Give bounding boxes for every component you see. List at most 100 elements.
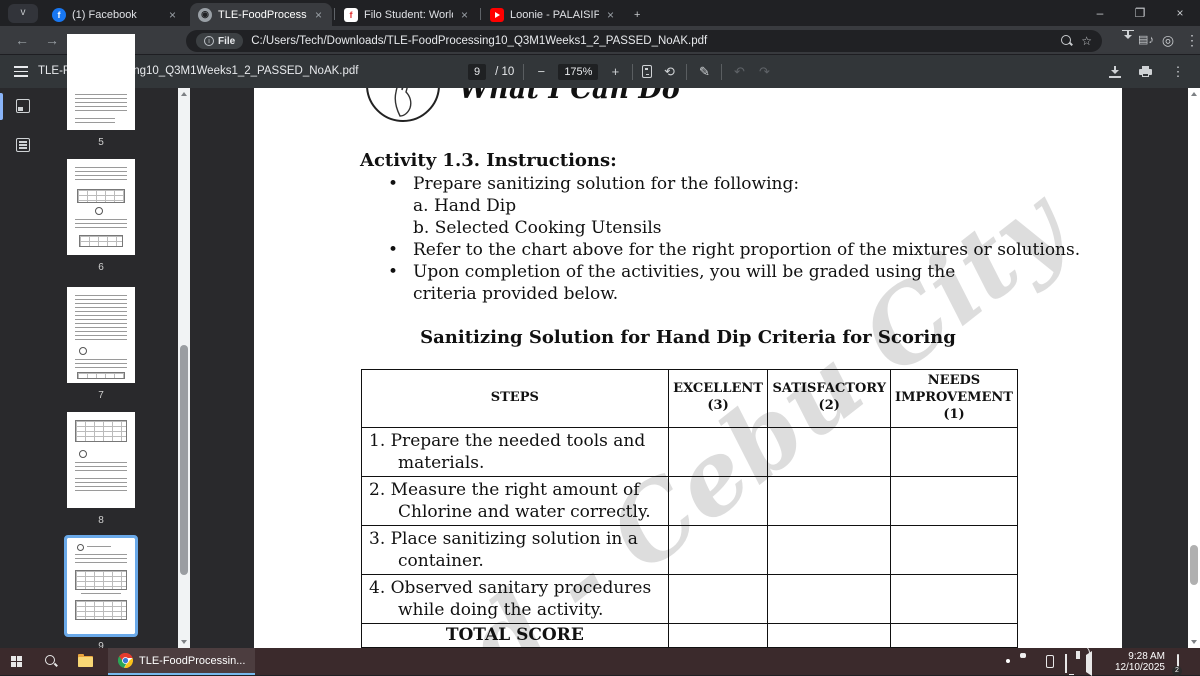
- zoom-page-icon[interactable]: [1061, 35, 1073, 47]
- address-bar[interactable]: i File C:/Users/Tech/Downloads/TLE-FoodP…: [186, 30, 1102, 52]
- file-explorer-button[interactable]: [68, 648, 102, 675]
- zoom-in-icon[interactable]: +: [607, 64, 623, 79]
- date-label: 12/10/2025: [1114, 661, 1165, 673]
- thumbnail-page-9-selected[interactable]: 9: [40, 535, 162, 652]
- pdf-menu-icon[interactable]: [14, 66, 28, 77]
- system-tray: 9:28 AM 12/10/2025 2: [1002, 651, 1200, 676]
- sidebar-scrollbar[interactable]: [178, 88, 190, 648]
- main-scrollbar[interactable]: [1188, 88, 1200, 648]
- tab-filo[interactable]: f Filo Student: World's Only Live ×: [336, 3, 478, 26]
- filo-icon: f: [344, 7, 358, 22]
- divider: [632, 63, 634, 80]
- fit-page-icon[interactable]: [642, 65, 653, 78]
- thumbnail-page-8[interactable]: 8: [40, 412, 162, 526]
- browser-menu-icon[interactable]: ⋮: [1182, 31, 1200, 51]
- score-cell: [767, 426, 891, 477]
- print-icon[interactable]: [1139, 65, 1152, 78]
- step-cell: 4. Observed sanitary procedures while do…: [361, 573, 669, 624]
- back-icon[interactable]: ←: [12, 31, 32, 51]
- list-item: Prepare sanitizing solution for the foll…: [388, 173, 1108, 195]
- browser-toolbar: ← → ⟳ i File C:/Users/Tech/Downloads/TLE…: [0, 26, 1200, 55]
- profile-icon[interactable]: ◎: [1158, 31, 1178, 51]
- scroll-up-icon[interactable]: [181, 92, 187, 96]
- thumbnail-image[interactable]: [67, 34, 135, 130]
- thumbnail-image[interactable]: [64, 535, 138, 637]
- pdf-download-icon[interactable]: [1109, 65, 1121, 78]
- outline-view-icon[interactable]: [16, 138, 30, 152]
- step-cell: 1. Prepare the needed tools and material…: [361, 426, 669, 477]
- scrollbar-thumb[interactable]: [180, 345, 188, 575]
- thumbnail-image[interactable]: [67, 287, 135, 383]
- windows-logo-icon: [11, 655, 23, 668]
- list-item: Refer to the chart above for the right p…: [388, 239, 1108, 261]
- close-icon[interactable]: ×: [167, 8, 178, 22]
- chevron-down-icon[interactable]: v: [8, 4, 38, 23]
- close-icon[interactable]: ×: [605, 8, 616, 22]
- close-icon[interactable]: ×: [459, 8, 470, 22]
- minimize-button[interactable]: –: [1080, 0, 1120, 26]
- media-control-icon[interactable]: ▤♪: [1136, 31, 1156, 51]
- pdf-doc-icon: ◉: [198, 7, 212, 22]
- thumbnail-label: 8: [98, 515, 104, 526]
- score-cell: [667, 622, 769, 648]
- total-score-label: TOTAL SCORE: [361, 622, 669, 648]
- thumbnail-page-7[interactable]: 7: [40, 287, 162, 401]
- thumbnails-view-icon[interactable]: [16, 99, 30, 113]
- tab-pdf-active[interactable]: ◉ TLE-FoodProcessing10_Q3M1W ×: [190, 3, 332, 26]
- scroll-up-icon[interactable]: [1191, 92, 1197, 96]
- list-item: a. Hand Dip: [413, 196, 517, 216]
- taskbar-clock[interactable]: 9:28 AM 12/10/2025: [1115, 651, 1165, 673]
- chrome-icon: [118, 653, 133, 668]
- score-cell: [667, 573, 769, 624]
- file-scheme-chip[interactable]: i File: [196, 33, 244, 49]
- tab-youtube[interactable]: Loonie - PALAISIPAN feat. Arth ×: [482, 3, 624, 26]
- thumbnail-label: 5: [98, 137, 104, 148]
- tab-facebook[interactable]: f (1) Facebook ×: [44, 3, 186, 26]
- zoom-out-icon[interactable]: −: [533, 64, 549, 79]
- list-item: Upon completion of the activities, you w…: [388, 261, 974, 305]
- activity-heading: Activity 1.3. Instructions:: [360, 150, 617, 171]
- close-window-button[interactable]: ×: [1160, 0, 1200, 26]
- taskbar-app-chrome[interactable]: TLE-FoodProcessin...: [108, 648, 256, 675]
- score-cell: [889, 475, 1019, 526]
- page-number-input[interactable]: 9: [468, 63, 487, 80]
- taskbar-search-button[interactable]: [34, 648, 68, 675]
- start-button[interactable]: [0, 648, 34, 675]
- column-header: SATISFACTORY (2): [767, 369, 891, 428]
- tab-title: Loonie - PALAISIPAN feat. Arth: [510, 8, 599, 21]
- score-cell: [767, 475, 891, 526]
- thumbnail-image[interactable]: [67, 412, 135, 508]
- restore-button[interactable]: ❐: [1120, 0, 1160, 26]
- zoom-level-input[interactable]: 175%: [558, 63, 599, 80]
- thumbnail-image[interactable]: [67, 159, 135, 255]
- step-cell: 2. Measure the right amount of Chlorine …: [361, 475, 669, 526]
- scrollbar-thumb[interactable]: [1190, 545, 1198, 585]
- divider: [686, 63, 688, 80]
- annotate-pen-icon[interactable]: ✎: [696, 64, 712, 80]
- scoring-rubric-table: STEPS EXCELLENT (3) SATISFACTORY (2) NEE…: [361, 369, 1019, 648]
- rotate-icon[interactable]: ⟲: [661, 64, 677, 80]
- pdf-more-icon[interactable]: ⋮: [1170, 64, 1186, 80]
- score-cell: [889, 426, 1019, 477]
- bookmark-star-icon[interactable]: ☆: [1081, 34, 1092, 48]
- close-icon[interactable]: ×: [313, 8, 324, 22]
- undo-icon[interactable]: ↶: [731, 64, 747, 80]
- scroll-down-icon[interactable]: [181, 640, 187, 644]
- action-center-icon[interactable]: 2: [1172, 654, 1182, 676]
- thumbnail-label: 7: [98, 390, 104, 401]
- tab-title: (1) Facebook: [72, 8, 137, 21]
- thumbnail-page-5[interactable]: 5: [40, 34, 162, 148]
- list-item: b. Selected Cooking Utensils: [413, 218, 662, 238]
- url-text[interactable]: C:/Users/Tech/Downloads/TLE-FoodProcessi…: [251, 35, 1053, 47]
- volume-icon[interactable]: [1085, 651, 1092, 676]
- your-phone-icon[interactable]: [1046, 655, 1055, 668]
- table-total-row: TOTAL SCORE: [361, 622, 1019, 648]
- new-tab-button[interactable]: +: [626, 3, 650, 26]
- tab-strip: v f (1) Facebook × ◉ TLE-FoodProcessing1…: [0, 0, 1200, 26]
- thumbnail-page-6[interactable]: 6: [40, 159, 162, 273]
- network-icon[interactable]: [1064, 654, 1067, 673]
- scroll-down-icon[interactable]: [1191, 640, 1197, 644]
- redo-icon[interactable]: ↷: [756, 64, 772, 80]
- thumbnail-label: 6: [98, 262, 104, 273]
- facebook-icon: f: [52, 7, 66, 22]
